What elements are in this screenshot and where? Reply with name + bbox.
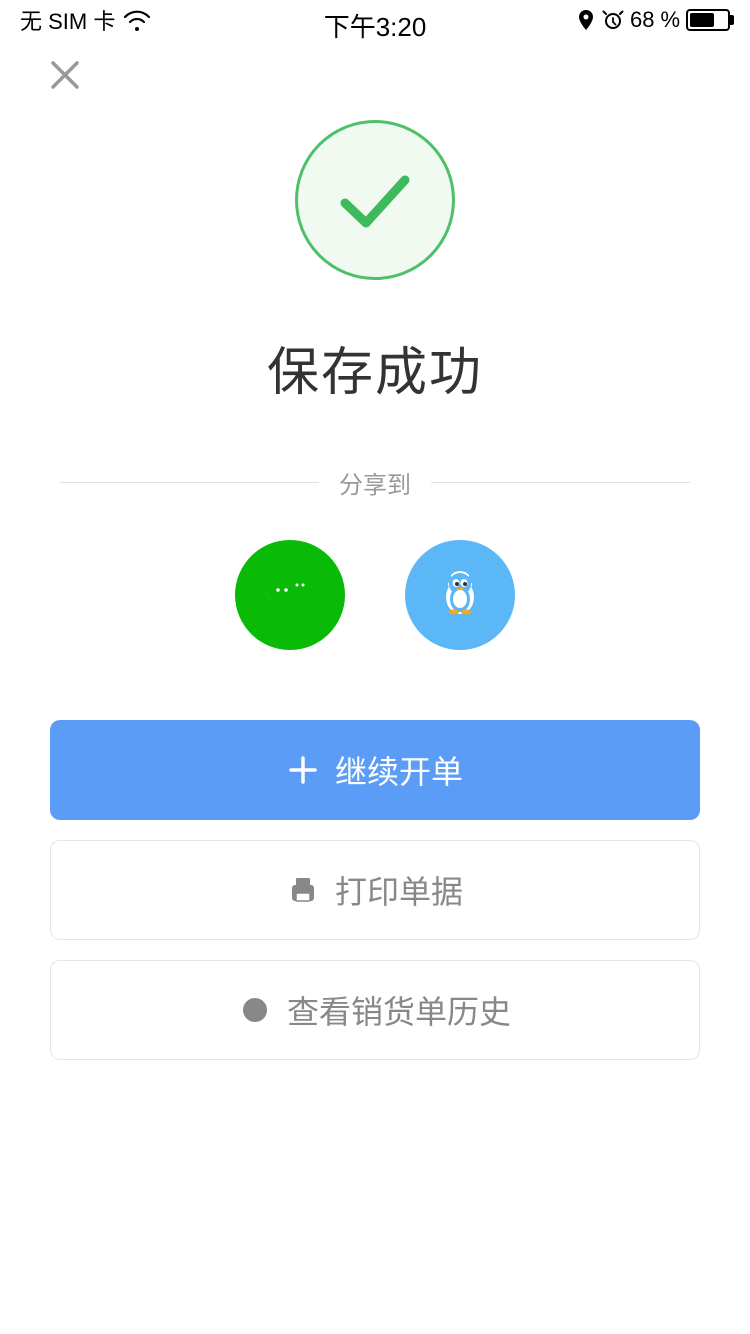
divider-line-right xyxy=(431,482,690,483)
close-icon xyxy=(49,59,81,91)
wechat-share-button[interactable] xyxy=(235,540,345,650)
print-button[interactable]: 打印单据 xyxy=(50,840,700,940)
action-buttons-container: 继续开单 打印单据 查看销货单历史 xyxy=(0,720,750,1060)
status-icons: 68% xyxy=(576,7,730,33)
continue-label: 继续开单 xyxy=(335,747,463,793)
alarm-icon xyxy=(602,9,624,31)
main-content: 保存成功 分享到 xyxy=(0,40,750,1334)
close-button[interactable] xyxy=(40,50,90,100)
share-label: 分享到 xyxy=(319,465,431,500)
share-icons-container xyxy=(235,540,515,650)
history-button[interactable]: 查看销货单历史 xyxy=(50,960,700,1060)
print-label: 打印单据 xyxy=(335,867,463,913)
success-title: 保存成功 xyxy=(267,330,483,405)
carrier-info: 无 SIM 卡 xyxy=(20,4,151,36)
printer-icon xyxy=(287,874,319,906)
continue-button[interactable]: 继续开单 xyxy=(50,720,700,820)
qq-icon xyxy=(430,565,490,625)
share-divider: 分享到 xyxy=(0,465,750,500)
wechat-icon xyxy=(260,565,320,625)
location-icon xyxy=(576,9,596,31)
battery-indicator xyxy=(686,9,730,31)
qq-share-button[interactable] xyxy=(405,540,515,650)
history-label: 查看销货单历史 xyxy=(287,987,511,1033)
divider-line-left xyxy=(60,482,319,483)
plus-icon xyxy=(287,754,319,786)
history-icon xyxy=(239,994,271,1026)
battery-fill xyxy=(690,13,714,27)
status-bar: 无 SIM 卡 下午3:20 68% xyxy=(0,0,750,40)
wifi-icon xyxy=(123,9,151,31)
success-icon-circle xyxy=(295,120,455,280)
battery-percent: 68 xyxy=(630,7,654,33)
status-time: 下午3:20 xyxy=(324,7,427,44)
carrier-text: 无 SIM 卡 xyxy=(20,4,115,36)
checkmark-icon xyxy=(330,155,420,245)
